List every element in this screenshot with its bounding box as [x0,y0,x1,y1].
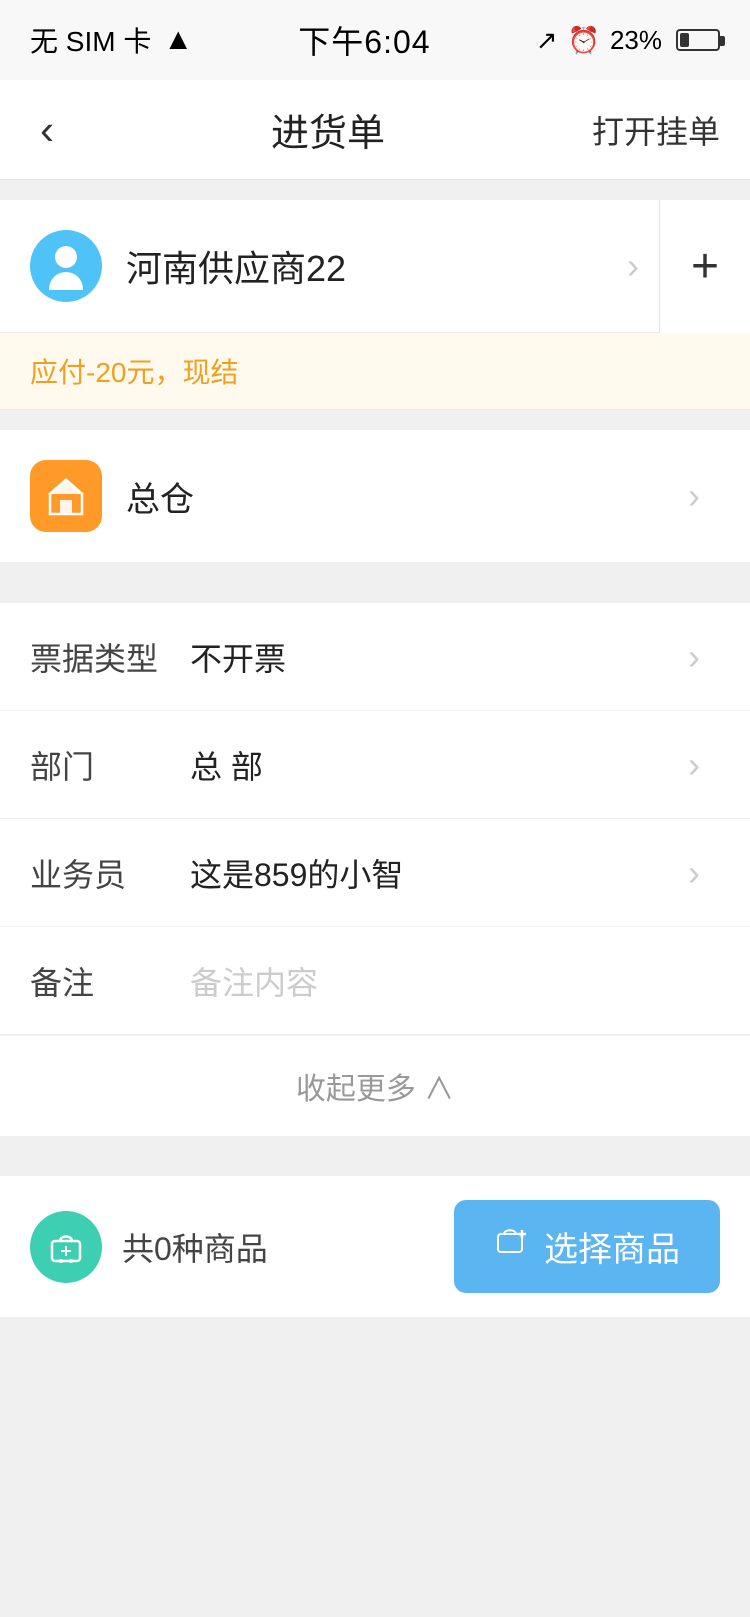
collapse-label: 收起更多 ∧ [296,1064,454,1108]
supplier-name: 河南供应商22 [126,240,607,292]
plus-icon: + [691,239,719,294]
cart-icon [46,1227,86,1267]
notice-row: 应付-20元，现结 [0,333,750,410]
page-rest [0,1317,750,1617]
location-icon: ↗ [536,25,558,56]
status-bar: 无 SIM 卡 ▲ 下午6:04 ↗ ⏰ 23% [0,0,750,80]
gap-2 [0,563,750,583]
battery-icon [676,29,720,51]
invoice-type-value: 不开票 [190,634,668,680]
select-product-button[interactable]: 选择商品 [454,1200,720,1293]
salesperson-row[interactable]: 业务员 这是859的小智 › [0,819,750,927]
warehouse-label: 总仓 [126,472,668,521]
supplier-row[interactable]: 河南供应商22 › [0,200,659,333]
select-product-label: 选择商品 [544,1222,680,1271]
gap-3 [0,1136,750,1156]
nav-bar: ‹ 进货单 打开挂单 [0,80,750,180]
chevron-right-icon: › [607,245,659,287]
warehouse-row[interactable]: 总仓 › [0,430,750,563]
battery-percentage: 23% [610,25,662,56]
supplier-section: 河南供应商22 › + [0,200,750,333]
invoice-type-row[interactable]: 票据类型 不开票 › [0,603,750,711]
wifi-icon: ▲ [163,23,193,57]
add-supplier-button[interactable]: + [660,200,750,333]
product-count: 共0种商品 [122,1224,454,1270]
page-title: 进货单 [271,102,385,157]
person-icon [46,246,86,286]
gap-1 [0,180,750,200]
form-section: 票据类型 不开票 › 部门 总 部 › 业务员 这是859的小智 › 备注 备注… [0,603,750,1136]
department-label: 部门 [30,742,190,788]
warehouse-icon [30,460,102,532]
alarm-icon: ⏰ [568,25,600,56]
remark-label: 备注 [30,958,190,1004]
status-time: 下午6:04 [298,17,430,63]
remark-input[interactable]: 备注内容 [190,958,720,1004]
supplier-avatar [30,230,102,302]
product-icon-wrap [30,1211,102,1283]
collapse-row[interactable]: 收起更多 ∧ [0,1035,750,1136]
warehouse-chevron-icon: › [668,475,720,517]
salesperson-value: 这是859的小智 [190,850,668,896]
salesperson-chevron-icon: › [668,852,720,894]
back-button[interactable]: ‹ [30,96,64,164]
warehouse-section: 总仓 › [0,430,750,563]
notice-text: 应付-20元，现结 [30,357,238,388]
invoice-type-chevron-icon: › [668,636,720,678]
department-row[interactable]: 部门 总 部 › [0,711,750,819]
cart-add-icon [494,1224,530,1269]
invoice-type-label: 票据类型 [30,634,190,680]
house-svg-icon [46,476,86,516]
remark-row[interactable]: 备注 备注内容 [0,927,750,1035]
open-pending-button[interactable]: 打开挂单 [592,107,720,153]
status-right: ↗ ⏰ 23% [536,25,720,56]
main-content: 河南供应商22 › + 应付-20元，现结 总仓 › 票据类型 [0,180,750,1617]
department-value: 总 部 [190,742,668,788]
salesperson-label: 业务员 [30,850,190,896]
status-carrier: 无 SIM 卡 ▲ [30,20,193,60]
bottom-bar: 共0种商品 选择商品 [0,1176,750,1317]
select-cart-svg [494,1224,530,1260]
department-chevron-icon: › [668,744,720,786]
